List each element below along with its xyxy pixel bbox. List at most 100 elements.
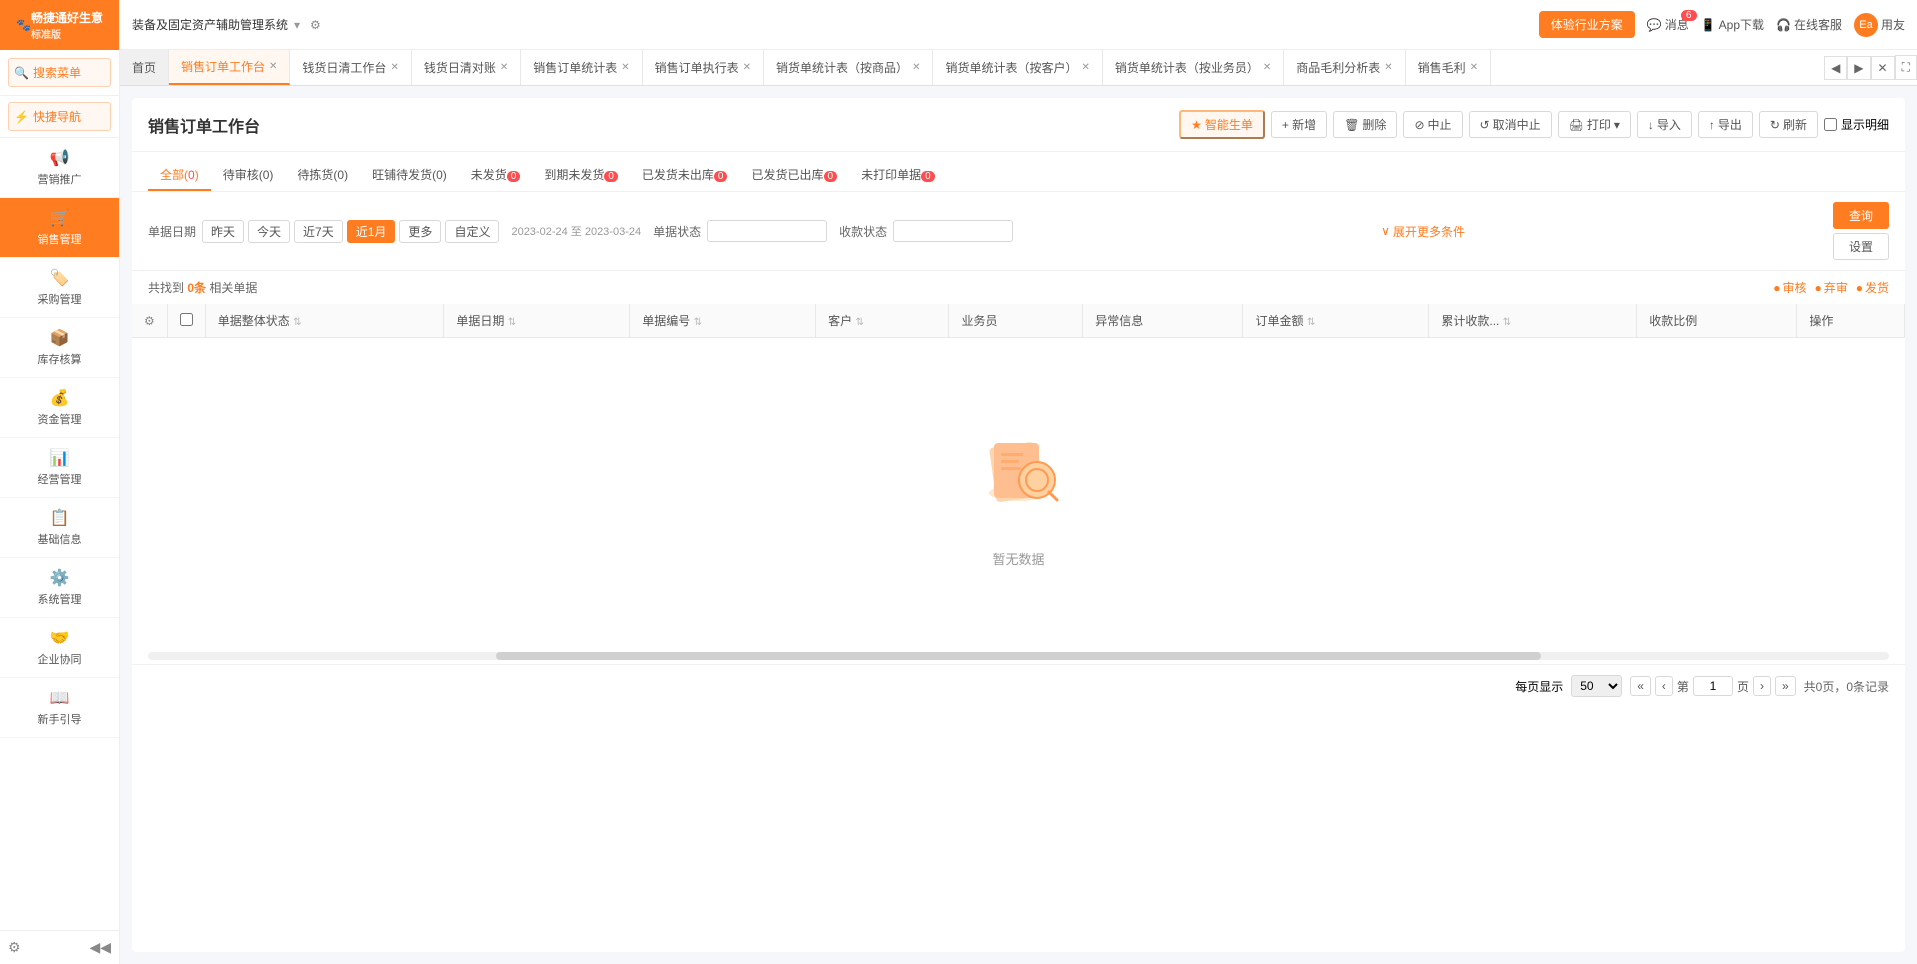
page-number-input[interactable]	[1693, 676, 1733, 696]
date-btn-custom[interactable]: 自定义	[445, 220, 499, 243]
online-service-btn[interactable]: 🎧 在线客服	[1776, 16, 1842, 33]
collapse-sidebar-btn[interactable]: ◀◀	[89, 939, 111, 956]
col-amount-header[interactable]: 订单金额 ⇅	[1243, 304, 1429, 338]
filter-tab-shipped-not-out[interactable]: 已发货未出库0	[630, 160, 740, 191]
stop-btn[interactable]: ⊘ 中止	[1403, 111, 1462, 138]
col-staff-header[interactable]: 业务员	[949, 304, 1083, 338]
show-detail-checkbox[interactable]	[1824, 118, 1837, 131]
status-select[interactable]	[707, 220, 827, 242]
col-settings-icon[interactable]: ⚙	[144, 314, 155, 328]
sidebar-item-purchase[interactable]: 🏷️ 采购管理	[0, 258, 119, 318]
tab-sales-stats[interactable]: 销售订单统计表 ✕	[521, 50, 642, 85]
sidebar-item-coop[interactable]: 🤝 企业协同	[0, 618, 119, 678]
reject-action-btn[interactable]: ● 弃审	[1814, 279, 1847, 296]
cancel-stop-btn[interactable]: ↺ 取消中止	[1469, 111, 1552, 138]
app-download-btn[interactable]: 📱 App下载	[1701, 16, 1764, 33]
sidebar-item-guide[interactable]: 📖 新手引导	[0, 678, 119, 738]
tab-prev-btn[interactable]: ◀	[1824, 56, 1847, 80]
date-btn-more[interactable]: 更多	[399, 220, 441, 243]
col-number-header[interactable]: 单据编号 ⇅	[630, 304, 816, 338]
tab-cash-daily[interactable]: 钱货日清工作台 ✕	[290, 50, 411, 85]
smart-gen-btn[interactable]: ★ 智能生单	[1179, 110, 1265, 139]
set-btn[interactable]: 设置	[1833, 233, 1889, 260]
sort-amount-icon[interactable]: ⇅	[1307, 317, 1315, 328]
tab-close-sales-gross[interactable]: ✕	[1470, 62, 1478, 73]
col-date-header[interactable]: 单据日期 ⇅	[444, 304, 630, 338]
message-btn[interactable]: 💬 消息 6	[1647, 16, 1689, 33]
sort-customer-icon[interactable]: ⇅	[856, 317, 864, 328]
filter-tab-overdue[interactable]: 到期未发货0	[532, 160, 630, 191]
sort-received-icon[interactable]: ⇅	[1503, 317, 1511, 328]
tab-profit[interactable]: 商品毛利分析表 ✕	[1284, 50, 1405, 85]
refresh-btn[interactable]: ↻ 刷新	[1759, 111, 1818, 138]
tab-close-profit[interactable]: ✕	[1384, 62, 1392, 73]
user-menu-btn[interactable]: Ea 用友	[1854, 13, 1905, 37]
sidebar-item-system[interactable]: ⚙️ 系统管理	[0, 558, 119, 618]
tab-close-summary-staff[interactable]: ✕	[1263, 62, 1271, 73]
payment-select[interactable]	[893, 220, 1013, 242]
col-settings[interactable]: ⚙	[132, 304, 167, 338]
scroll-thumb[interactable]	[496, 652, 1541, 660]
tab-summary-staff[interactable]: 销货单统计表（按业务员） ✕	[1103, 50, 1284, 85]
filter-tab-all[interactable]: 全部(0)	[148, 160, 211, 191]
show-detail-checkbox-label[interactable]: 显示明细	[1824, 116, 1889, 133]
sidebar-item-basic[interactable]: 📋 基础信息	[0, 498, 119, 558]
tab-next-btn[interactable]: ▶	[1847, 56, 1870, 80]
select-all-checkbox[interactable]	[180, 313, 193, 326]
sidebar-item-operations[interactable]: 📊 经营管理	[0, 438, 119, 498]
tab-sales-order[interactable]: 销售订单工作台 ✕	[169, 50, 290, 85]
tab-summary-product[interactable]: 销货单统计表（按商品） ✕	[764, 50, 933, 85]
filter-tab-pending-pick[interactable]: 待拣货(0)	[285, 160, 360, 191]
tab-close-sales-order[interactable]: ✕	[269, 61, 277, 72]
industry-btn[interactable]: 体验行业方案	[1539, 11, 1635, 38]
col-status-header[interactable]: 单据整体状态 ⇅	[205, 304, 444, 338]
tab-close-summary-customer[interactable]: ✕	[1081, 62, 1089, 73]
quick-nav-button[interactable]: ⚡ 快捷导航	[8, 102, 111, 131]
tab-close-sales-stats[interactable]: ✕	[621, 62, 629, 73]
tab-sales-gross[interactable]: 销售毛利 ✕	[1406, 50, 1491, 85]
filter-tab-shipped-out[interactable]: 已发货已出库0	[739, 160, 849, 191]
filter-tab-pending-review[interactable]: 待审核(0)	[211, 160, 286, 191]
settings-bottom-btn[interactable]: ⚙	[8, 939, 21, 956]
sidebar-item-marketing[interactable]: 📢 营销推广	[0, 138, 119, 198]
filter-tab-not-printed[interactable]: 未打印单据0	[849, 160, 947, 191]
prev-page-btn[interactable]: ‹	[1655, 676, 1673, 696]
delete-btn[interactable]: 🗑 删除	[1333, 111, 1397, 138]
filter-tab-wangpu[interactable]: 旺铺待发货(0)	[360, 160, 459, 191]
last-page-btn[interactable]: »	[1775, 676, 1796, 696]
tab-sales-exec[interactable]: 销售订单执行表 ✕	[643, 50, 764, 85]
review-action-btn[interactable]: ● 审核	[1773, 279, 1806, 296]
export-btn[interactable]: ↑ 导出	[1698, 111, 1753, 138]
ship-action-btn[interactable]: ● 发货	[1856, 279, 1889, 296]
date-btn-today[interactable]: 今天	[248, 220, 290, 243]
sidebar-item-sales[interactable]: 🛒 销售管理	[0, 198, 119, 258]
search-menu-button[interactable]: 🔍 搜索菜单	[8, 58, 111, 87]
table-scroll-area[interactable]: ⚙ 单据整体状态 ⇅ 单据日期 ⇅	[132, 304, 1905, 648]
tab-home[interactable]: 首页	[120, 50, 169, 85]
sort-status-icon[interactable]: ⇅	[293, 317, 301, 328]
sidebar-item-inventory[interactable]: 📦 库存核算	[0, 318, 119, 378]
col-abnormal-header[interactable]: 异常信息	[1083, 304, 1243, 338]
tab-close-cash-daily[interactable]: ✕	[390, 62, 398, 73]
tab-fullscreen-btn[interactable]: ⛶	[1895, 55, 1917, 80]
col-received-header[interactable]: 累计收款... ⇅	[1429, 304, 1637, 338]
sort-date-icon[interactable]: ⇅	[508, 317, 516, 328]
expand-conditions-btn[interactable]: ∨ 展开更多条件	[1381, 223, 1465, 240]
tab-close-summary-product[interactable]: ✕	[912, 62, 920, 73]
sidebar-item-finance[interactable]: 💰 资金管理	[0, 378, 119, 438]
tab-summary-customer[interactable]: 销货单统计表（按客户） ✕	[933, 50, 1102, 85]
query-btn[interactable]: 查询	[1833, 202, 1889, 229]
print-btn[interactable]: 🖨 打印 ▾	[1558, 111, 1631, 138]
horizontal-scrollbar[interactable]	[148, 652, 1889, 660]
tab-close-cash-account[interactable]: ✕	[500, 62, 508, 73]
tab-close-sales-exec[interactable]: ✕	[743, 62, 751, 73]
col-checkbox-header[interactable]	[167, 304, 205, 338]
header-settings-icon[interactable]: ⚙	[310, 18, 321, 32]
filter-tab-not-shipped[interactable]: 未发货0	[459, 160, 533, 191]
date-btn-1month[interactable]: 近1月	[347, 220, 396, 243]
tab-close-all-btn[interactable]: ✕	[1871, 56, 1895, 80]
import-btn[interactable]: ↓ 导入	[1637, 111, 1692, 138]
col-customer-header[interactable]: 客户 ⇅	[816, 304, 949, 338]
add-btn[interactable]: + 新增	[1271, 111, 1327, 138]
date-btn-yesterday[interactable]: 昨天	[202, 220, 244, 243]
